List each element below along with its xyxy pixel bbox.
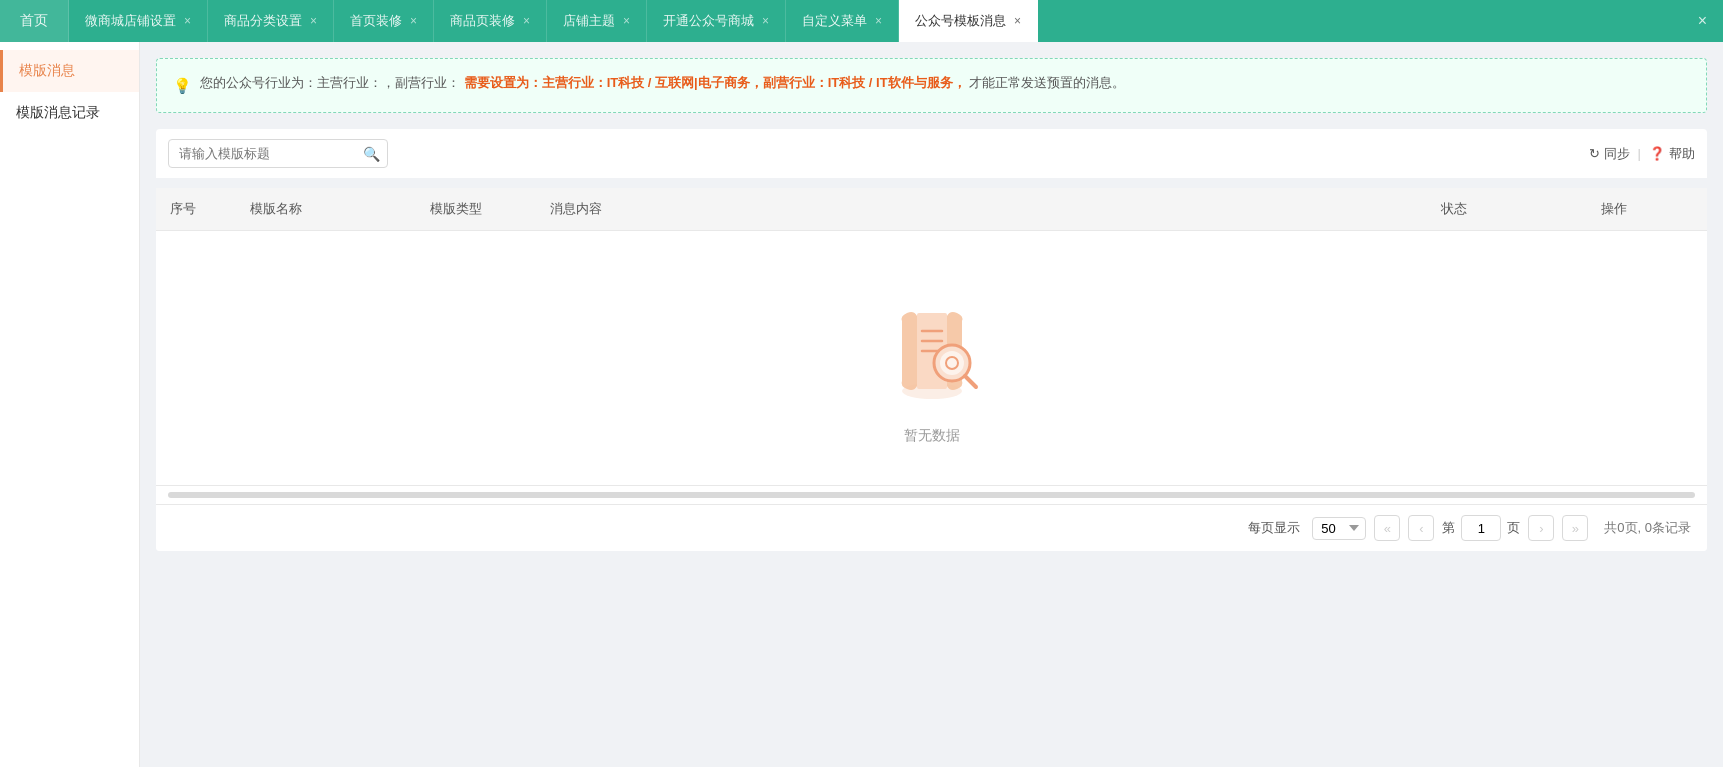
nav-tab-custom-menu[interactable]: 自定义菜单 ×: [786, 0, 899, 42]
col-header-status: 状态: [1427, 188, 1587, 230]
product-category-label: 商品分类设置: [224, 12, 302, 30]
col-header-name: 模版名称: [236, 188, 416, 230]
empty-text: 暂无数据: [904, 427, 960, 445]
next-page-button[interactable]: ›: [1528, 515, 1554, 541]
sync-label: 同步: [1604, 145, 1630, 163]
notice-icon: 💡: [173, 74, 192, 98]
wsc-store-label: 微商城店铺设置: [85, 12, 176, 30]
first-page-button[interactable]: «: [1374, 515, 1400, 541]
page-total: 共0页, 0条记录: [1604, 519, 1691, 537]
page-size-select[interactable]: 10 20 50 100: [1312, 517, 1366, 540]
notice-box: 💡 您的公众号行业为：主营行业：，副营行业： 需要设置为：主营行业：IT科技 /…: [156, 58, 1707, 113]
close-open-wechat-mall[interactable]: ×: [762, 14, 769, 28]
table-container: 序号 模版名称 模版类型 消息内容 状态 操作: [156, 188, 1707, 551]
open-wechat-mall-label: 开通公众号商城: [663, 12, 754, 30]
page-size-label: 每页显示: [1248, 519, 1300, 537]
last-page-button[interactable]: »: [1562, 515, 1588, 541]
close-wsc-store[interactable]: ×: [184, 14, 191, 28]
sidebar-item-template-msg-record[interactable]: 模版消息记录: [0, 92, 139, 134]
col-header-type: 模版类型: [416, 188, 536, 230]
page-number-input[interactable]: [1461, 515, 1501, 541]
notice-suffix: 才能正常发送预置的消息。: [969, 75, 1125, 90]
pagination-row: 每页显示 10 20 50 100 « ‹ 第 页 › » 共0页, 0条记录: [156, 504, 1707, 551]
close-product-decor[interactable]: ×: [523, 14, 530, 28]
svg-point-6: [940, 351, 964, 375]
page-input-wrap: 第 页: [1442, 515, 1520, 541]
help-icon: ❓: [1649, 146, 1665, 161]
nav-tab-product-decor[interactable]: 商品页装修 ×: [434, 0, 547, 42]
close-custom-menu[interactable]: ×: [875, 14, 882, 28]
scrollbar-row: [156, 485, 1707, 504]
toolbar-divider: |: [1638, 146, 1641, 161]
help-button[interactable]: ❓ 帮助: [1649, 145, 1695, 163]
nav-tab-home[interactable]: 首页: [0, 0, 69, 42]
close-product-category[interactable]: ×: [310, 14, 317, 28]
sync-icon: ↻: [1589, 146, 1600, 161]
close-template-msg[interactable]: ×: [1014, 14, 1021, 28]
horizontal-scrollbar[interactable]: [168, 492, 1695, 498]
sidebar: 模版消息 模版消息记录: [0, 42, 140, 767]
empty-state: 暂无数据: [156, 231, 1707, 485]
close-all-tabs-button[interactable]: ×: [1682, 12, 1723, 30]
notice-text: 您的公众号行业为：主营行业：，副营行业： 需要设置为：主营行业：IT科技 / 互…: [200, 73, 1690, 94]
sidebar-item-template-msg-record-label: 模版消息记录: [16, 104, 100, 120]
home-decor-label: 首页装修: [350, 12, 402, 30]
nav-tab-store-theme[interactable]: 店铺主题 ×: [547, 0, 647, 42]
col-header-content: 消息内容: [536, 188, 1427, 230]
sync-button[interactable]: ↻ 同步: [1589, 145, 1630, 163]
product-decor-label: 商品页装修: [450, 12, 515, 30]
nav-tab-template-msg[interactable]: 公众号模板消息 ×: [899, 0, 1038, 42]
sidebar-item-template-msg[interactable]: 模版消息: [0, 50, 139, 92]
search-input[interactable]: [168, 139, 388, 168]
search-icon[interactable]: 🔍: [363, 146, 380, 162]
table-header: 序号 模版名称 模版类型 消息内容 状态 操作: [156, 188, 1707, 231]
nav-tab-wsc-store[interactable]: 微商城店铺设置 ×: [69, 0, 208, 42]
close-home-decor[interactable]: ×: [410, 14, 417, 28]
sidebar-item-template-msg-label: 模版消息: [19, 62, 75, 78]
custom-menu-label: 自定义菜单: [802, 12, 867, 30]
prev-page-button[interactable]: ‹: [1408, 515, 1434, 541]
page-input-suffix: 页: [1507, 519, 1520, 537]
toolbar-right: ↻ 同步 | ❓ 帮助: [1589, 145, 1695, 163]
top-nav: 首页 微商城店铺设置 × 商品分类设置 × 首页装修 × 商品页装修 × 店铺主…: [0, 0, 1723, 42]
home-tab-label: 首页: [20, 12, 48, 30]
content-area: 💡 您的公众号行业为：主营行业：，副营行业： 需要设置为：主营行业：IT科技 /…: [140, 42, 1723, 767]
template-msg-label: 公众号模板消息: [915, 12, 1006, 30]
toolbar-row: 🔍 ↻ 同步 | ❓ 帮助: [156, 129, 1707, 178]
col-header-actions: 操作: [1587, 188, 1707, 230]
empty-state-icon: [872, 291, 992, 411]
search-input-wrap: 🔍: [168, 139, 388, 168]
nav-tab-open-wechat-mall[interactable]: 开通公众号商城 ×: [647, 0, 786, 42]
help-label: 帮助: [1669, 145, 1695, 163]
notice-prefix: 您的公众号行业为：主营行业：，副营行业：: [200, 75, 460, 90]
page-input-prefix: 第: [1442, 519, 1455, 537]
main-layout: 模版消息 模版消息记录 💡 您的公众号行业为：主营行业：，副营行业： 需要设置为…: [0, 42, 1723, 767]
nav-tab-home-decor[interactable]: 首页装修 ×: [334, 0, 434, 42]
store-theme-label: 店铺主题: [563, 12, 615, 30]
notice-highlight: 需要设置为：主营行业：IT科技 / 互联网|电子商务，副营行业：IT科技 / I…: [464, 75, 966, 90]
nav-tab-product-category[interactable]: 商品分类设置 ×: [208, 0, 334, 42]
close-store-theme[interactable]: ×: [623, 14, 630, 28]
svg-line-7: [965, 376, 976, 387]
col-header-index: 序号: [156, 188, 236, 230]
